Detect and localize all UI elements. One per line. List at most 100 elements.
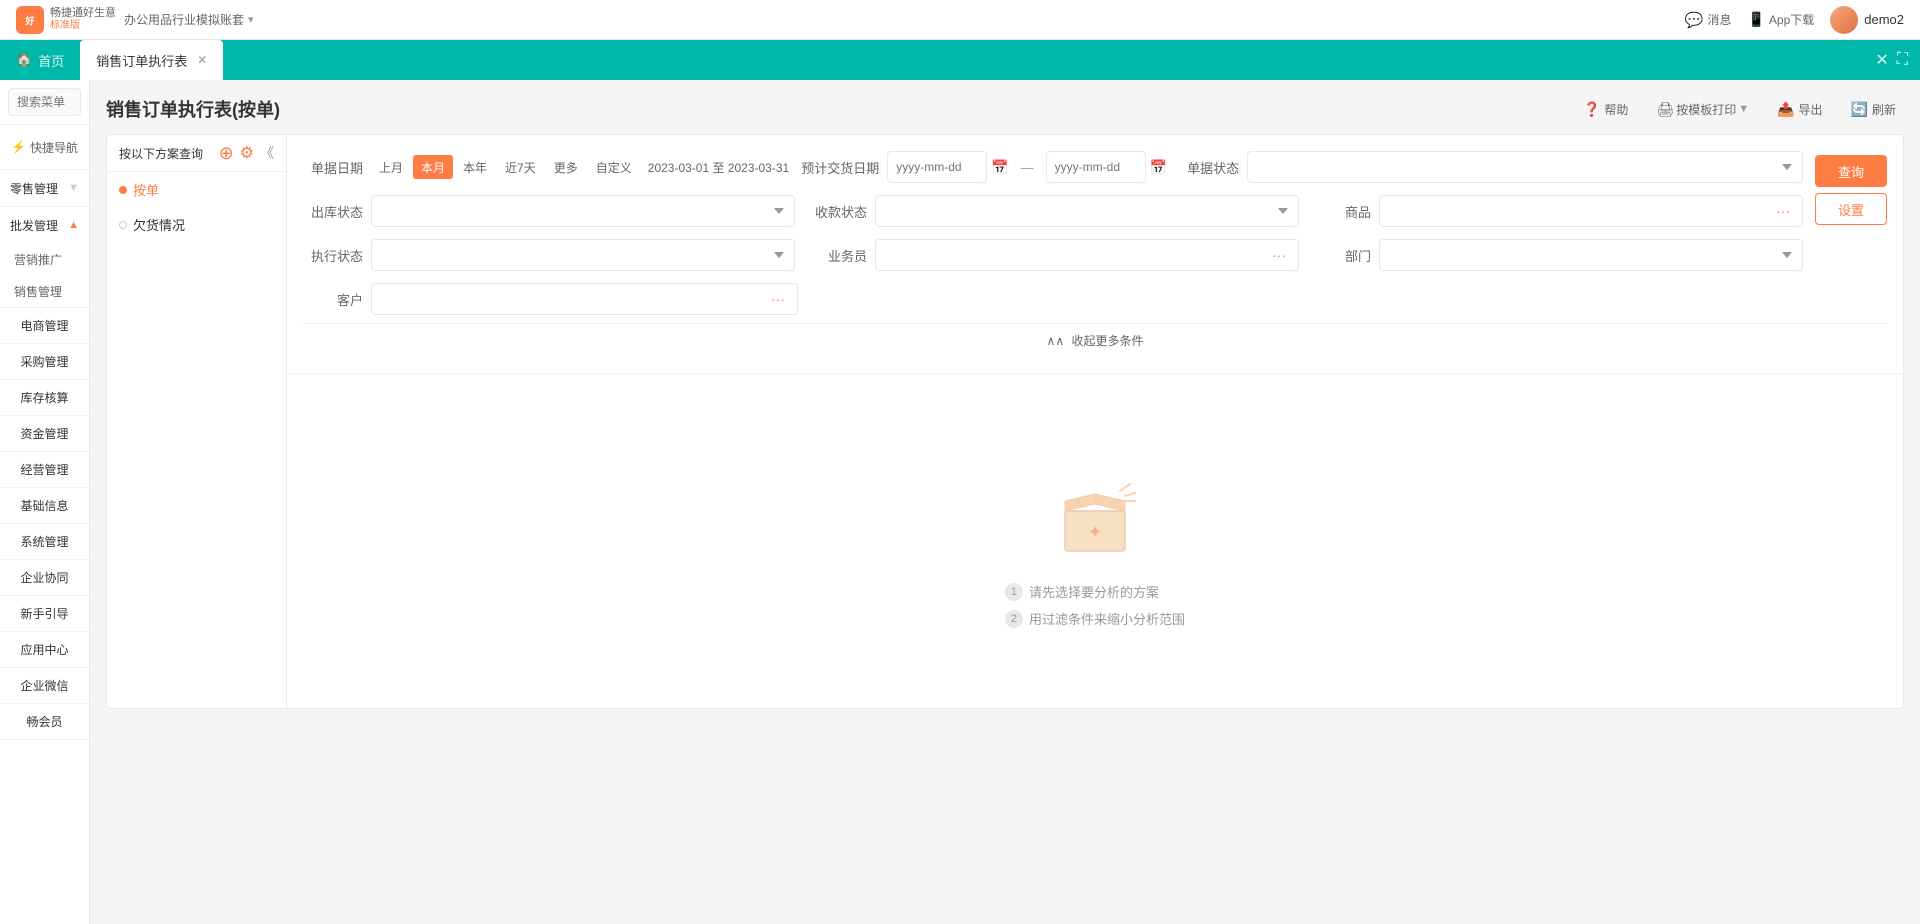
quick-nav: ⚡ 快捷导航	[0, 125, 89, 170]
scheme-dot-empty-icon	[119, 221, 127, 229]
staff-label: 业务员	[807, 246, 867, 265]
filter-area: 单据日期 上月 本月 本年 近7天 更多 自定义	[287, 135, 1903, 374]
breadcrumb[interactable]: 办公用品行业模拟账套 ▾	[124, 11, 254, 28]
period-selector: 上月 本月 本年 近7天 更多 自定义	[371, 155, 640, 179]
query-button[interactable]: 查询	[1815, 155, 1887, 187]
exec-status-select[interactable]	[371, 239, 795, 271]
ship-status-select[interactable]	[371, 195, 795, 227]
sidebar-item-inventory[interactable]: 库存核算	[0, 380, 89, 416]
sidebar-item-system[interactable]: 系统管理	[0, 524, 89, 560]
filter-row-2: 出库状态 收款状态	[303, 195, 1803, 227]
main-panel: 单据日期 上月 本月 本年 近7天 更多 自定义	[287, 135, 1903, 708]
status-filter-label: 单据状态	[1179, 158, 1239, 177]
scheme-item-shortage[interactable]: 欠货情况	[107, 207, 286, 242]
status-select-wrapper	[1247, 151, 1803, 183]
message-button[interactable]: 💬 消息	[1685, 11, 1732, 29]
breadcrumb-arrow-icon[interactable]: ▾	[248, 13, 254, 26]
tab-home[interactable]: 🏠 首页	[0, 40, 80, 80]
logo-line1: 畅捷通好生意	[50, 7, 116, 20]
filter-row-1: 单据日期 上月 本月 本年 近7天 更多 自定义	[303, 151, 1887, 323]
print-arrow-icon: ▼	[1738, 103, 1749, 115]
scheme-item-by-order[interactable]: 按单	[107, 172, 286, 207]
sidebar-section-wholesale: 批发管理 ▲ 营销推广 销售管理	[0, 207, 89, 308]
predict-date-label: 预计交货日期	[801, 158, 879, 177]
sidebar-item-marketing[interactable]: 营销推广	[0, 243, 89, 275]
logo-area: 好 畅捷通好生意 标准版	[16, 6, 116, 34]
sidebar-item-basic-info[interactable]: 基础信息	[0, 488, 89, 524]
print-label: 按模板打印	[1676, 101, 1736, 118]
sidebar-item-operations[interactable]: 经营管理	[0, 452, 89, 488]
print-button[interactable]: 🖨 按模板打印 ▼	[1648, 97, 1757, 122]
period-last-month-btn[interactable]: 上月	[371, 155, 411, 179]
predict-date-from-input[interactable]	[887, 151, 987, 183]
collapse-arrow-icon: ∧∧	[1047, 334, 1065, 348]
period-7days-btn[interactable]: 近7天	[497, 155, 544, 179]
tab-close-icon[interactable]: ✕	[197, 53, 207, 67]
sidebar-section-retail: 零售管理 ▼	[0, 170, 89, 207]
sidebar-item-app-center[interactable]: 应用中心	[0, 632, 89, 668]
period-cur-month-btn[interactable]: 本月	[413, 155, 453, 179]
sidebar-item-corp-collab[interactable]: 企业协同	[0, 560, 89, 596]
tip-text-2: 用过滤条件来缩小分析范围	[1029, 609, 1185, 628]
predict-date-to-calendar-icon[interactable]: 📅	[1150, 159, 1167, 176]
sidebar: ⚡ 快捷导航 零售管理 ▼ 批发管理 ▲ 营销推广 销售管理 电商管理 采购管理…	[0, 80, 90, 924]
main-content: 销售订单执行表(按单) ❓ 帮助 🖨 按模板打印 ▼ 📤 导出 🔄 刷新	[90, 80, 1920, 924]
print-icon: 🖨	[1656, 101, 1674, 118]
sidebar-item-quick-nav[interactable]: ⚡ 快捷导航	[0, 131, 89, 163]
tab-expand-icon[interactable]: ⛶	[1897, 51, 1908, 69]
goods-label: 商品	[1311, 202, 1371, 221]
sidebar-item-purchase[interactable]: 采购管理	[0, 344, 89, 380]
goods-input[interactable]	[1388, 204, 1772, 219]
predict-date-to-input[interactable]	[1046, 151, 1146, 183]
sidebar-item-sales[interactable]: 销售管理	[0, 275, 89, 307]
export-button[interactable]: 📤 导出	[1769, 97, 1830, 122]
top-bar: 好 畅捷通好生意 标准版 办公用品行业模拟账套 ▾ 💬 消息 📱 App下载 d…	[0, 0, 1920, 40]
predict-date-from-calendar-icon[interactable]: 📅	[991, 159, 1008, 176]
set-button[interactable]: 设置	[1815, 193, 1887, 225]
sidebar-item-corp-wechat[interactable]: 企业微信	[0, 668, 89, 704]
scheme-settings-icon[interactable]: ⚙	[240, 143, 254, 163]
date-range-display: 2023-03-01 至 2023-03-31	[648, 159, 789, 176]
page-container: 销售订单执行表(按单) ❓ 帮助 🖨 按模板打印 ▼ 📤 导出 🔄 刷新	[90, 80, 1920, 725]
goods-more-icon[interactable]: ···	[1772, 203, 1794, 219]
collapse-row[interactable]: ∧∧ 收起更多条件	[303, 323, 1887, 357]
customer-more-icon[interactable]: ···	[767, 291, 789, 307]
scheme-add-icon[interactable]: ⊕	[219, 144, 234, 162]
tab-sales-exec[interactable]: 销售订单执行表 ✕	[80, 40, 223, 80]
customer-input[interactable]	[380, 292, 767, 307]
help-button[interactable]: ❓ 帮助	[1575, 97, 1636, 122]
dept-group: 部门	[1311, 239, 1803, 271]
top-bar-right: 💬 消息 📱 App下载 demo2	[1685, 6, 1904, 34]
scheme-shortage-label: 欠货情况	[133, 215, 185, 234]
app-download-button[interactable]: 📱 App下载	[1747, 11, 1814, 28]
empty-tip-1: 1 请先选择要分析的方案	[1005, 582, 1185, 601]
scheme-collapse-icon[interactable]: 《	[260, 143, 274, 163]
sidebar-item-wholesale[interactable]: 批发管理 ▲	[0, 207, 89, 243]
logo-text: 畅捷通好生意 标准版	[50, 7, 116, 32]
sidebar-item-finance[interactable]: 资金管理	[0, 416, 89, 452]
refresh-button[interactable]: 🔄 刷新	[1843, 97, 1904, 122]
date-filter-row: 单据日期 上月 本月 本年 近7天 更多 自定义	[303, 151, 1803, 183]
scheme-sidebar: 按以下方案查询 ⊕ ⚙ 《 按单 欠货情况	[107, 135, 287, 708]
period-cur-year-btn[interactable]: 本年	[455, 155, 495, 179]
status-select[interactable]	[1247, 151, 1803, 183]
logo-icon: 好	[16, 6, 44, 34]
user-area[interactable]: demo2	[1830, 6, 1904, 34]
period-more-btn[interactable]: 更多	[546, 155, 586, 179]
tab-close-window-icon[interactable]: ✕	[1875, 50, 1888, 70]
sidebar-item-retail[interactable]: 零售管理 ▼	[0, 170, 89, 206]
dept-select[interactable]	[1379, 239, 1803, 271]
search-input[interactable]	[8, 88, 81, 116]
collapse-label: 收起更多条件	[1071, 334, 1143, 348]
staff-input[interactable]	[884, 248, 1268, 263]
receipt-status-select[interactable]	[875, 195, 1299, 227]
content-layout: 按以下方案查询 ⊕ ⚙ 《 按单 欠货情况	[106, 134, 1904, 709]
sidebar-item-ecommerce[interactable]: 电商管理	[0, 308, 89, 344]
home-icon: 🏠	[16, 52, 32, 68]
period-custom-btn[interactable]: 自定义	[588, 155, 640, 179]
sidebar-item-member[interactable]: 畅会员	[0, 704, 89, 740]
predict-date-group: 预计交货日期 📅 — 📅	[801, 151, 1167, 183]
staff-more-icon[interactable]: ···	[1268, 247, 1290, 263]
customer-label: 客户	[303, 290, 363, 309]
sidebar-item-newuser[interactable]: 新手引导	[0, 596, 89, 632]
